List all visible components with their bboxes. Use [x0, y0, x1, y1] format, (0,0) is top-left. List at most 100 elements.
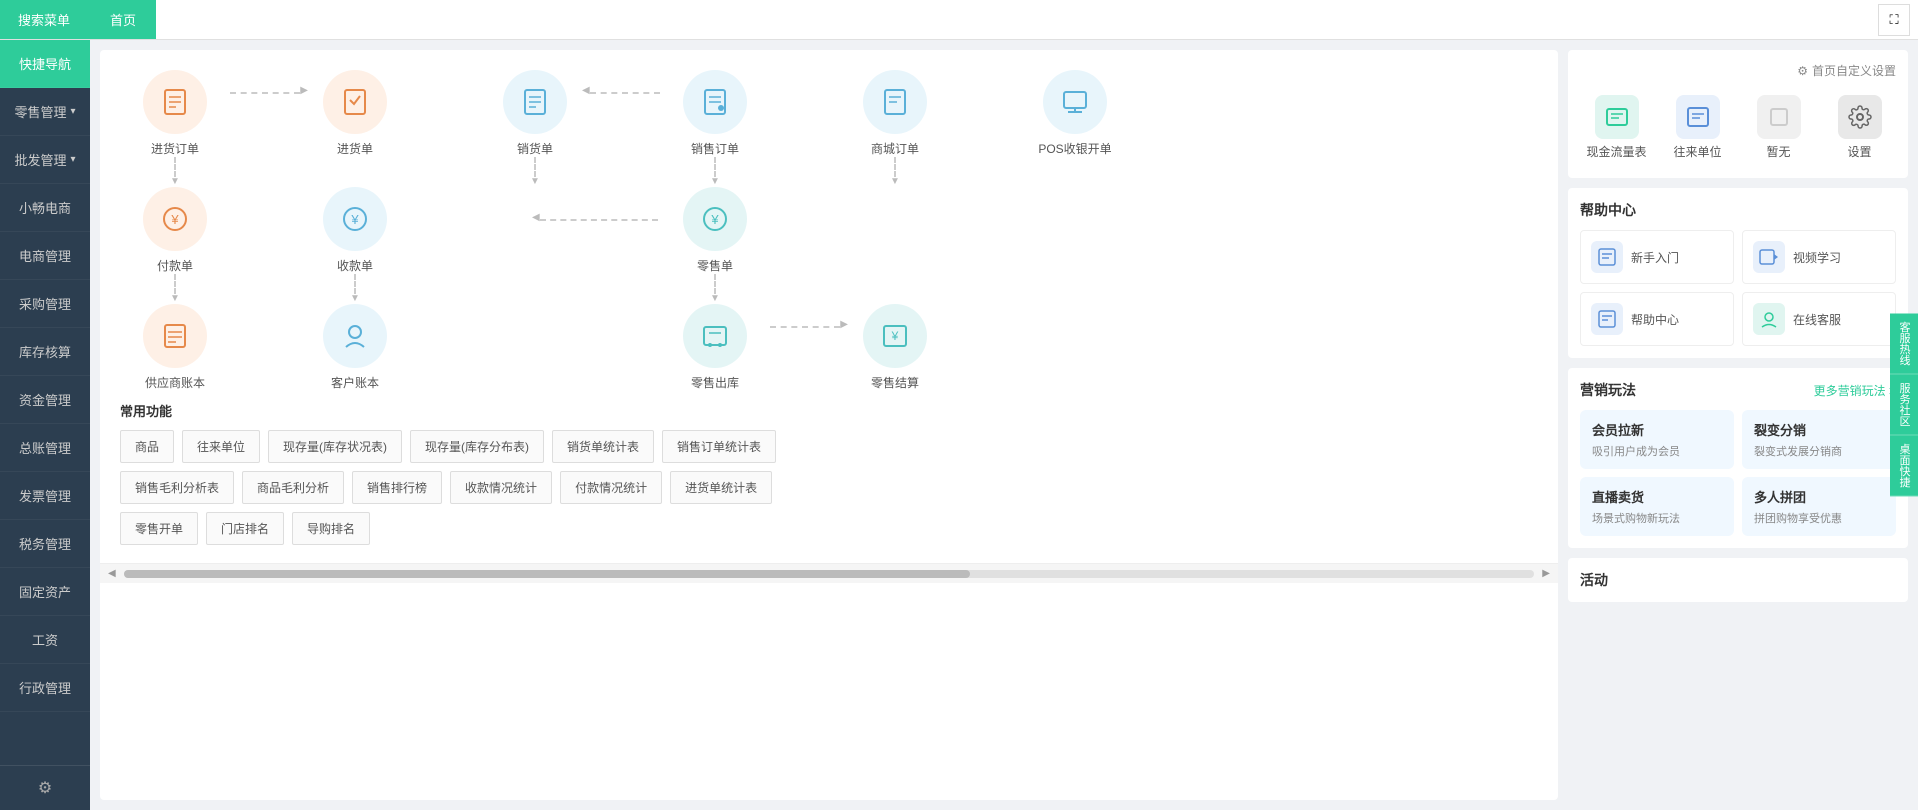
scroll-thumb: [124, 570, 970, 578]
func-btn-partners[interactable]: 往来单位: [182, 430, 260, 463]
search-menu-btn[interactable]: 搜索菜单: [0, 0, 90, 39]
sidebar-item-admin[interactable]: 行政管理: [0, 664, 90, 712]
help-item-center[interactable]: 帮助中心: [1580, 292, 1734, 346]
float-btn-service[interactable]: 客服热线: [1890, 314, 1918, 375]
quick-nav-cashflow[interactable]: 现金流量表: [1580, 89, 1653, 166]
customize-label[interactable]: 首页自定义设置: [1812, 62, 1896, 79]
float-btn-community[interactable]: 服务社区: [1890, 375, 1918, 436]
quick-nav-partners[interactable]: 往来单位: [1661, 89, 1734, 166]
purchase-bill-node[interactable]: 进货单: [300, 70, 410, 157]
pos-node[interactable]: POS收银开单: [1020, 70, 1130, 157]
sidebar-label-funds: 资金管理: [19, 390, 71, 409]
service-icon: [1753, 303, 1785, 335]
main-panel: 进货订单 ▶ 进货单: [100, 50, 1558, 800]
marketing-card-member[interactable]: 会员拉新 吸引用户成为会员: [1580, 410, 1734, 469]
sidebar-label-retail: 零售管理: [14, 102, 66, 121]
scroll-left-btn[interactable]: ◀: [104, 568, 120, 579]
content-area: 进货订单 ▶ 进货单: [90, 40, 1918, 810]
float-btn-desktop[interactable]: 桌面快捷: [1890, 436, 1918, 497]
mall-order-icon: [863, 70, 927, 134]
scroll-track[interactable]: [124, 570, 1535, 578]
svg-text:¥: ¥: [350, 212, 359, 227]
marketing-card-member-desc: 吸引用户成为会员: [1592, 443, 1722, 459]
mall-order-node[interactable]: 商城订单: [840, 70, 950, 157]
settings-nav-icon: [1838, 95, 1882, 139]
func-btn-sales-profit[interactable]: 销售毛利分析表: [120, 471, 234, 504]
sidebar-item-retail[interactable]: 零售管理 ▾: [0, 88, 90, 136]
func-btn-stock-dist[interactable]: 现存量(库存分布表): [410, 430, 544, 463]
sidebar-item-ledger[interactable]: 总账管理: [0, 424, 90, 472]
func-btn-goods[interactable]: 商品: [120, 430, 174, 463]
func-btn-receipt-stats[interactable]: 收款情况统计: [450, 471, 552, 504]
sales-bill-node[interactable]: 销货单: [480, 70, 590, 157]
sidebar-label-invoice: 发票管理: [19, 486, 71, 505]
func-row-1: 商品 往来单位 现存量(库存状况表) 现存量(库存分布表) 销货单统计表 销售订…: [120, 430, 1538, 463]
retail-settlement-node[interactable]: ¥ 零售结算: [840, 304, 950, 391]
retail-out-node[interactable]: 零售出库: [660, 304, 770, 391]
sidebar-item-inventory[interactable]: 库存核算: [0, 328, 90, 376]
fullscreen-btn[interactable]: ⛶: [1878, 4, 1910, 36]
pos-icon: [1043, 70, 1107, 134]
quick-nav-settings[interactable]: 设置: [1823, 89, 1896, 166]
func-btn-payment-stats[interactable]: 付款情况统计: [560, 471, 662, 504]
func-btn-sales-stats[interactable]: 销货单统计表: [552, 430, 654, 463]
func-btn-purchase-stats[interactable]: 进货单统计表: [670, 471, 772, 504]
supplier-account-node[interactable]: 供应商账本: [120, 304, 230, 391]
help-item-video[interactable]: 视频学习: [1742, 230, 1896, 284]
func-btn-goods-profit[interactable]: 商品毛利分析: [242, 471, 344, 504]
sidebar-item-quick-nav[interactable]: 快捷导航: [0, 40, 90, 88]
sidebar-item-ecommerce[interactable]: 电商管理: [0, 232, 90, 280]
retail-order-node[interactable]: ¥ 零售单 ◀: [660, 187, 770, 274]
home-tab[interactable]: 首页: [90, 0, 156, 39]
func-btn-store-rank[interactable]: 门店排名: [206, 512, 284, 545]
scroll-right-btn[interactable]: ▶: [1538, 568, 1554, 579]
sidebar-item-wholesale[interactable]: 批发管理 ▾: [0, 136, 90, 184]
retail-order-icon: ¥: [683, 187, 747, 251]
sidebar-label-salary: 工资: [32, 630, 58, 649]
func-btn-guide-rank[interactable]: 导购排名: [292, 512, 370, 545]
sales-order-icon: [683, 70, 747, 134]
func-btn-sales-order-stats[interactable]: 销售订单统计表: [662, 430, 776, 463]
customer-account-node[interactable]: 客户账本: [300, 304, 410, 391]
sidebar-item-purchase[interactable]: 采购管理: [0, 280, 90, 328]
sidebar-label-inventory: 库存核算: [19, 342, 71, 361]
marketing-card-live[interactable]: 直播卖货 场景式购物新玩法: [1580, 477, 1734, 536]
sidebar-item-salary[interactable]: 工资: [0, 616, 90, 664]
func-btn-retail-order[interactable]: 零售开单: [120, 512, 198, 545]
purchase-order-node[interactable]: 进货订单: [120, 70, 230, 157]
service-label: 在线客服: [1793, 311, 1841, 328]
marketing-card-group[interactable]: 多人拼团 拼团购物享受优惠: [1742, 477, 1896, 536]
func-btn-stock-status[interactable]: 现存量(库存状况表): [268, 430, 402, 463]
section-header: ⚙ 首页自定义设置: [1580, 62, 1896, 79]
func-row-2: 销售毛利分析表 商品毛利分析 销售排行榜 收款情况统计 付款情况统计 进货单统计…: [120, 471, 1538, 504]
retail-settlement-label: 零售结算: [871, 374, 919, 391]
help-item-service[interactable]: 在线客服: [1742, 292, 1896, 346]
video-label: 视频学习: [1793, 249, 1841, 266]
workflow-section: 进货订单 ▶ 进货单: [100, 50, 1558, 401]
marketing-card-fission[interactable]: 裂变分销 裂变式发展分销商: [1742, 410, 1896, 469]
chevron-down-icon: ▾: [70, 106, 75, 117]
sales-order-node[interactable]: 销售订单: [660, 70, 770, 157]
help-item-beginner[interactable]: 新手入门: [1580, 230, 1734, 284]
sidebar-item-ecommerce-small[interactable]: 小畅电商: [0, 184, 90, 232]
retail-settlement-icon: ¥: [863, 304, 927, 368]
payment-in-node[interactable]: ¥ 收款单: [300, 187, 410, 274]
func-btn-sales-rank[interactable]: 销售排行榜: [352, 471, 442, 504]
quick-nav-none[interactable]: 暂无: [1742, 89, 1815, 166]
payment-out-node[interactable]: ¥ 付款单: [120, 187, 230, 274]
supplier-account-icon: [143, 304, 207, 368]
marketing-section: 营销玩法 更多营销玩法 > 会员拉新 吸引用户成为会员 裂变分销 裂变式发展分销…: [1568, 368, 1908, 548]
settings-icon[interactable]: ⚙: [38, 780, 52, 797]
sidebar-item-funds[interactable]: 资金管理: [0, 376, 90, 424]
retail-out-label: 零售出库: [691, 374, 739, 391]
marketing-more-btn[interactable]: 更多营销玩法 >: [1814, 382, 1896, 399]
marketing-title: 营销玩法: [1580, 380, 1636, 400]
retail-order-label: 零售单: [697, 257, 733, 274]
marketing-card-member-title: 会员拉新: [1592, 420, 1722, 439]
supplier-account-label: 供应商账本: [145, 374, 205, 391]
sidebar: 快捷导航 零售管理 ▾ 批发管理 ▾ 小畅电商 电商管理 采购管理 库存核算 资…: [0, 40, 90, 810]
sidebar-item-tax[interactable]: 税务管理: [0, 520, 90, 568]
sidebar-item-fixed-assets[interactable]: 固定资产: [0, 568, 90, 616]
sidebar-item-invoice[interactable]: 发票管理: [0, 472, 90, 520]
sidebar-label-ecommerce-small: 小畅电商: [19, 198, 71, 217]
